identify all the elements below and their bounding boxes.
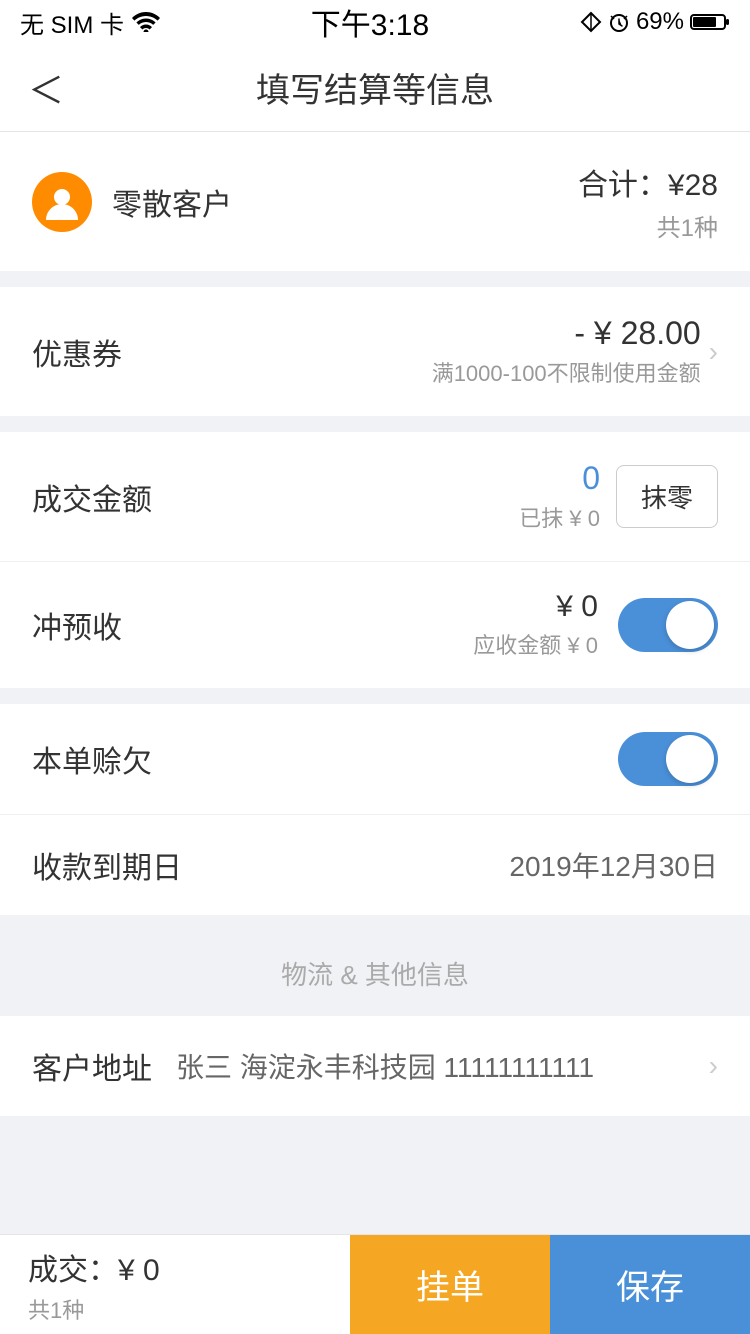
transaction-label: 成交金额 — [32, 475, 152, 519]
logistics-divider: 物流 & 其他信息 — [0, 931, 750, 1016]
coupon-row[interactable]: 优惠券 - ¥ 28.00 满1000-100不限制使用金额 › — [0, 287, 750, 416]
amount-right: 0 已抹 ¥ 0 — [519, 460, 600, 533]
prepayment-label: 冲预收 — [32, 603, 122, 647]
location-icon — [580, 11, 602, 33]
wifi-icon — [132, 12, 160, 32]
address-row[interactable]: 客户地址 张三 海淀永丰科技园 11111111111 › — [0, 1016, 750, 1116]
debit-toggle-knob — [666, 735, 714, 783]
alarm-icon — [608, 11, 630, 33]
address-chevron-icon: › — [709, 1050, 718, 1082]
no-sim-text: 无 SIM 卡 — [20, 5, 124, 40]
address-label: 客户地址 — [32, 1044, 152, 1088]
prepayment-toggle[interactable] — [618, 598, 718, 652]
battery-text: 69% — [636, 8, 684, 36]
coupon-right: - ¥ 28.00 满1000-100不限制使用金额 — [432, 315, 701, 388]
customer-name: 零散客户 — [112, 180, 232, 224]
coupon-section[interactable]: 优惠券 - ¥ 28.00 满1000-100不限制使用金额 › — [0, 287, 750, 416]
round-zero-button[interactable]: 抹零 — [616, 465, 718, 528]
due-date-value: 2019年12月30日 — [509, 845, 718, 885]
save-button[interactable]: 保存 — [550, 1235, 750, 1334]
deal-label: 成交： — [28, 1254, 118, 1287]
battery-icon — [690, 11, 730, 33]
user-icon — [44, 184, 80, 220]
page-title: 填写结算等信息 — [256, 63, 494, 112]
customer-info: 零散客户 — [112, 180, 232, 224]
back-button[interactable]: ＜ — [28, 62, 64, 114]
status-left: 无 SIM 卡 — [20, 5, 160, 40]
debit-section: 本单赊欠 收款到期日 2019年12月30日 — [0, 704, 750, 915]
due-date-row: 收款到期日 2019年12月30日 — [0, 815, 750, 915]
chevron-right-icon: › — [709, 336, 718, 368]
prepayment-right: ¥ 0 应收金额 ¥ 0 — [473, 590, 598, 660]
transaction-section: 成交金额 0 已抹 ¥ 0 抹零 冲预收 ¥ 0 应收金额 ¥ 0 — [0, 432, 750, 688]
status-right: 69% — [580, 8, 730, 36]
customer-right: 合计：¥28 共1种 — [578, 160, 718, 243]
status-time: 下午3:18 — [311, 0, 429, 44]
due-date-label: 收款到期日 — [32, 843, 182, 887]
transaction-value: 0 — [582, 460, 600, 497]
debit-label: 本单赊欠 — [32, 737, 152, 781]
address-section[interactable]: 客户地址 张三 海淀永丰科技园 11111111111 › — [0, 1016, 750, 1116]
prepayment-sub: 应收金额 ¥ 0 — [473, 628, 598, 660]
bottom-count: 共1种 — [28, 1293, 322, 1325]
customer-section: 零散客户 合计：¥28 共1种 — [0, 132, 750, 271]
bottom-bar: 成交：¥ 0 共1种 挂单 保存 — [0, 1234, 750, 1334]
debit-toggle[interactable] — [618, 732, 718, 786]
transaction-already: 已抹 ¥ 0 — [519, 501, 600, 533]
bottom-deal: 成交：¥ 0 — [28, 1245, 322, 1289]
nav-bar: ＜ 填写结算等信息 — [0, 44, 750, 132]
prepayment-amount: ¥ 0 — [473, 590, 598, 624]
customer-count: 共1种 — [578, 208, 718, 243]
coupon-amount: - ¥ 28.00 — [432, 315, 701, 352]
transaction-right: 0 已抹 ¥ 0 抹零 — [519, 460, 718, 533]
debit-right — [618, 732, 718, 786]
customer-avatar — [32, 172, 92, 232]
transaction-row: 成交金额 0 已抹 ¥ 0 抹零 — [0, 432, 750, 562]
toggle-knob — [666, 601, 714, 649]
customer-left: 零散客户 — [32, 172, 232, 232]
customer-row: 零散客户 合计：¥28 共1种 — [0, 132, 750, 271]
deal-amount: ¥ 0 — [118, 1254, 160, 1287]
hold-button[interactable]: 挂单 — [350, 1235, 550, 1334]
logistics-label: 物流 & 其他信息 — [281, 960, 469, 990]
debit-row: 本单赊欠 — [0, 704, 750, 815]
prepayment-row: 冲预收 ¥ 0 应收金额 ¥ 0 — [0, 562, 750, 688]
coupon-desc: 满1000-100不限制使用金额 — [432, 356, 701, 388]
bottom-summary: 成交：¥ 0 共1种 — [0, 1245, 350, 1325]
address-value: 张三 海淀永丰科技园 11111111111 — [176, 1046, 701, 1086]
customer-total: 合计：¥28 — [578, 160, 718, 204]
status-bar: 无 SIM 卡 下午3:18 69% — [0, 0, 750, 44]
coupon-label: 优惠券 — [32, 330, 122, 374]
